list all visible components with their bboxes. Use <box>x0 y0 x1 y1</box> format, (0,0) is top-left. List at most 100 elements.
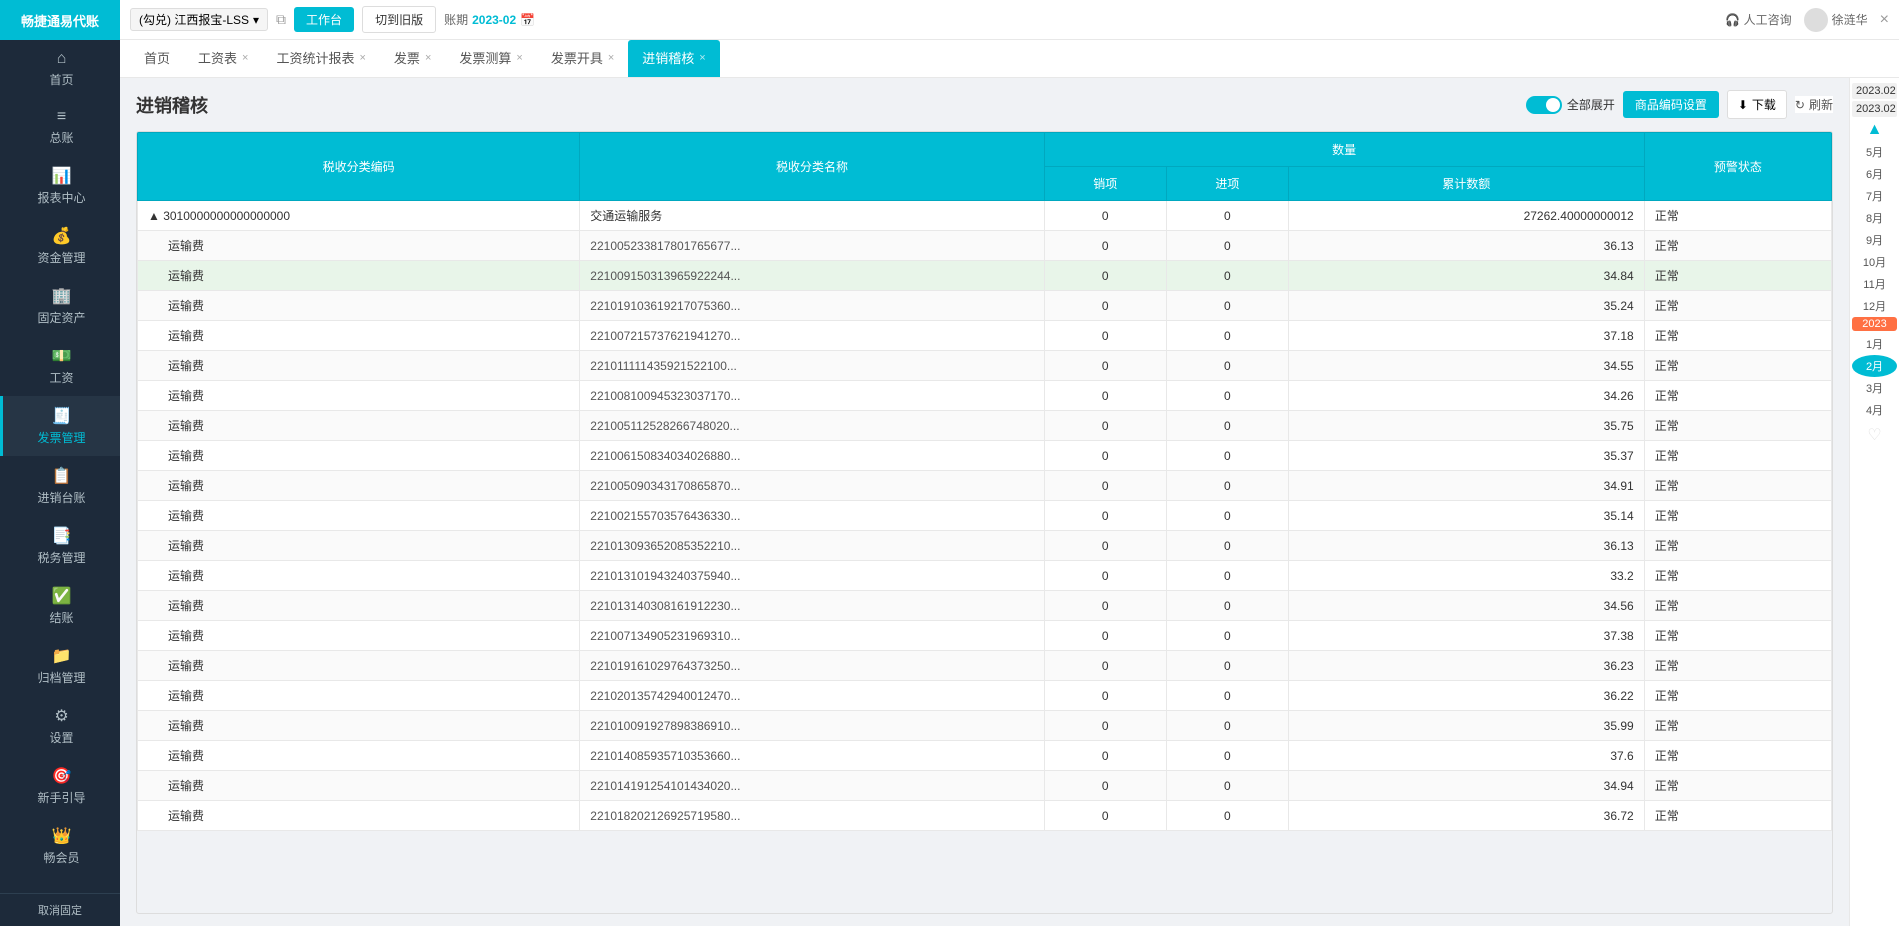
table-cell-sales: 0 <box>1044 441 1166 471</box>
reports-icon: 📊 <box>52 166 72 186</box>
tab-label: 工资统计报表 <box>276 48 354 67</box>
table-cell-sales: 0 <box>1044 711 1166 741</box>
switch-version-button[interactable]: 切到旧版 <box>362 6 436 33</box>
period-label: 账期 2023-02 📅 <box>444 11 535 28</box>
download-button[interactable]: ⬇ 下载 <box>1727 90 1787 119</box>
table-cell-code: 运输费 <box>138 231 580 261</box>
tab-close-icon[interactable]: × <box>242 52 248 64</box>
sidebar-item-funds[interactable]: 💰 资金管理 <box>0 216 120 276</box>
table-cell-status: 正常 <box>1644 681 1831 711</box>
table-cell-purchase: 0 <box>1166 351 1288 381</box>
toggle-switch[interactable] <box>1526 96 1562 114</box>
sidebar-item-archive[interactable]: 📁 归档管理 <box>0 636 120 696</box>
tab-close-icon[interactable]: × <box>608 52 614 64</box>
table-cell-status: 正常 <box>1644 801 1831 831</box>
table-cell-cumulative: 35.37 <box>1288 441 1644 471</box>
table-cell-status: 正常 <box>1644 531 1831 561</box>
sidebar-item-invoice[interactable]: 🧾 发票管理 <box>0 396 120 456</box>
copy-icon[interactable]: ⧉ <box>276 11 286 28</box>
table-cell-code: 运输费 <box>138 471 580 501</box>
tab-close-icon[interactable]: × <box>359 52 365 64</box>
tab-invoice-open[interactable]: 发票开具 × <box>537 40 628 77</box>
table-cell-cumulative: 36.13 <box>1288 531 1644 561</box>
refresh-button[interactable]: ↻ 刷新 <box>1795 96 1833 113</box>
sidebar-item-home[interactable]: ⌂ 首页 <box>0 40 120 98</box>
sidebar-item-reports[interactable]: 📊 报表中心 <box>0 156 120 216</box>
calendar-month-11[interactable]: 11月 <box>1852 273 1897 295</box>
tab-close-icon[interactable]: × <box>699 52 705 64</box>
table-cell-sales: 0 <box>1044 501 1166 531</box>
table-cell-sales: 0 <box>1044 531 1166 561</box>
table-cell-invoice: 221008100945323037170... <box>580 381 1044 411</box>
tab-home[interactable]: 首页 <box>130 40 184 77</box>
tab-sales-check[interactable]: 进销稽核 × <box>628 40 719 77</box>
guide-icon: 🎯 <box>52 766 72 786</box>
table-cell-purchase: 0 <box>1166 231 1288 261</box>
product-settings-button[interactable]: 商品编码设置 <box>1623 91 1719 118</box>
col-header-cumulative: 累计数额 <box>1288 167 1644 201</box>
tab-salary-report[interactable]: 工资统计报表 × <box>262 40 379 77</box>
calendar-month-3[interactable]: 3月 <box>1852 377 1897 399</box>
calendar-month-9[interactable]: 9月 <box>1852 229 1897 251</box>
download-icon: ⬇ <box>1738 98 1748 112</box>
table-cell-purchase: 0 <box>1166 561 1288 591</box>
calendar-year-badge: 2023 <box>1852 317 1897 331</box>
company-selector[interactable]: (勾兑) 江西报宝-LSS ▾ <box>130 8 268 31</box>
calendar-month-2[interactable]: 2月 <box>1852 355 1897 377</box>
sidebar-item-tax[interactable]: 📑 税务管理 <box>0 516 120 576</box>
funds-icon: 💰 <box>52 226 72 246</box>
table-cell-cumulative: 33.2 <box>1288 561 1644 591</box>
tab-close-icon[interactable]: × <box>425 52 431 64</box>
table-cell-code: 运输费 <box>138 591 580 621</box>
sidebar-item-sales[interactable]: 📋 进销台账 <box>0 456 120 516</box>
table-cell-invoice: 221013140308161912230... <box>580 591 1044 621</box>
calendar-icon[interactable]: 📅 <box>520 13 535 27</box>
calendar-month-5[interactable]: 5月 <box>1852 141 1897 163</box>
table-cell-cumulative: 35.75 <box>1288 411 1644 441</box>
table-cell-status: 正常 <box>1644 771 1831 801</box>
unpin-button[interactable]: 取消固定 <box>0 893 120 926</box>
sidebar-item-member[interactable]: 👑 畅会员 <box>0 816 120 876</box>
table-cell-code: 运输费 <box>138 261 580 291</box>
sidebar-item-ledger[interactable]: ≡ 总账 <box>0 98 120 156</box>
table-cell-cumulative: 27262.40000000012 <box>1288 201 1644 231</box>
sidebar-item-salary[interactable]: 💵 工资 <box>0 336 120 396</box>
calendar-month-7[interactable]: 7月 <box>1852 185 1897 207</box>
table-cell-cumulative: 36.22 <box>1288 681 1644 711</box>
table-cell-cumulative: 34.55 <box>1288 351 1644 381</box>
table-cell-cumulative: 37.38 <box>1288 621 1644 651</box>
sidebar-item-settings[interactable]: ⚙ 设置 <box>0 696 120 756</box>
sidebar-item-label: 结账 <box>49 609 73 626</box>
tab-close-icon[interactable]: × <box>516 52 522 64</box>
close-button[interactable]: × <box>1880 11 1889 29</box>
page-header: 进销稽核 全部展开 商品编码设置 ⬇ 下载 ↻ 刷新 <box>136 90 1833 119</box>
sidebar-item-assets[interactable]: 🏢 固定资产 <box>0 276 120 336</box>
table-cell-invoice: 221013093652085352210... <box>580 531 1044 561</box>
tab-invoice[interactable]: 发票 × <box>380 40 445 77</box>
col-header-quantity: 数量 <box>1044 133 1644 167</box>
table-cell-code: 运输费 <box>138 621 580 651</box>
tab-salary-table[interactable]: 工资表 × <box>184 40 262 77</box>
calendar-month-12[interactable]: 12月 <box>1852 295 1897 317</box>
table-cell-sales: 0 <box>1044 471 1166 501</box>
tab-invoice-calc[interactable]: 发票测算 × <box>445 40 536 77</box>
sidebar-item-label: 固定资产 <box>37 309 85 326</box>
table-cell-invoice: 221007134905231969310... <box>580 621 1044 651</box>
tax-icon: 📑 <box>52 526 72 546</box>
calendar-up-arrow[interactable]: ▲ <box>1865 119 1885 141</box>
salary-icon: 💵 <box>52 346 72 366</box>
calendar-month-6[interactable]: 6月 <box>1852 163 1897 185</box>
calendar-month-10[interactable]: 10月 <box>1852 251 1897 273</box>
sidebar-item-settle[interactable]: ✅ 结账 <box>0 576 120 636</box>
sidebar-item-guide[interactable]: 🎯 新手引导 <box>0 756 120 816</box>
calendar-month-1[interactable]: 1月 <box>1852 333 1897 355</box>
table-cell-purchase: 0 <box>1166 771 1288 801</box>
customer-service[interactable]: 🎧 人工咨询 <box>1725 11 1791 28</box>
table-cell-sales: 0 <box>1044 261 1166 291</box>
expand-toggle[interactable]: 全部展开 <box>1526 96 1615 114</box>
calendar-month-4[interactable]: 4月 <box>1852 399 1897 421</box>
table-cell-purchase: 0 <box>1166 591 1288 621</box>
user-info[interactable]: 徐涟华 <box>1804 8 1868 32</box>
calendar-month-8[interactable]: 8月 <box>1852 207 1897 229</box>
workbench-button[interactable]: 工作台 <box>294 7 354 32</box>
